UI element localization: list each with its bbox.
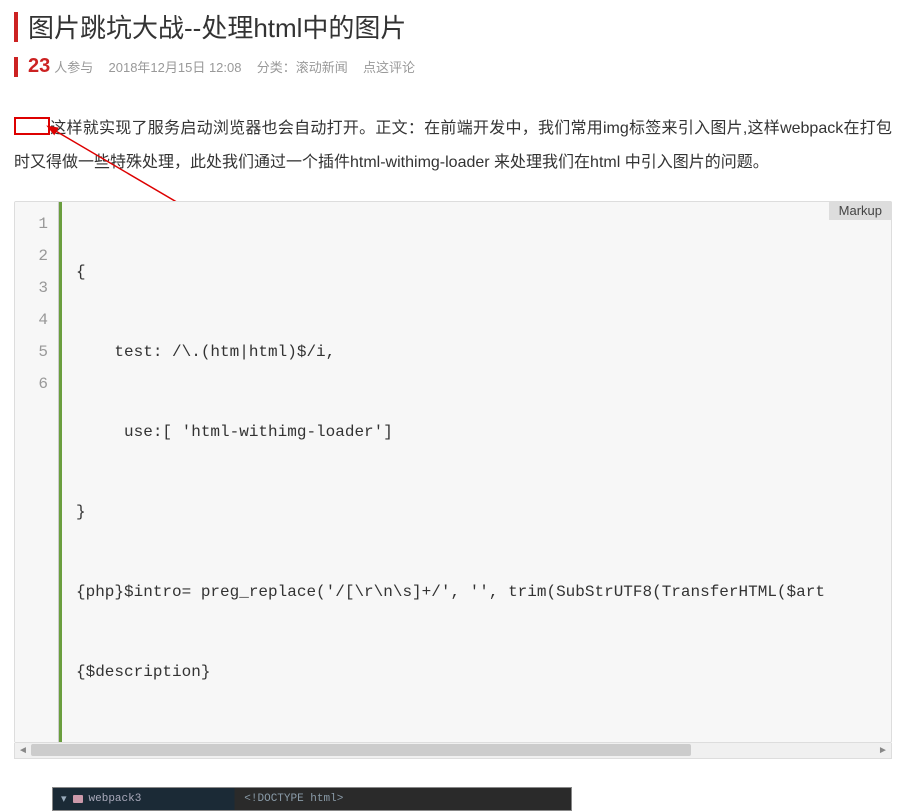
horizontal-scrollbar[interactable]: ◄ ►	[14, 743, 892, 759]
line-number: 5	[15, 336, 58, 368]
line-number: 2	[15, 240, 58, 272]
article-date: 2018年12月15日 12:08	[109, 57, 242, 76]
participant-label: 人参与	[54, 57, 93, 76]
code-language-label: Markup	[829, 201, 892, 220]
code-line: {	[76, 256, 891, 288]
code-line: use:[ 'html-withimg-loader']	[76, 416, 891, 448]
scroll-left-arrow-icon[interactable]: ◄	[15, 743, 31, 759]
comment-link[interactable]: 点这评论	[363, 57, 415, 76]
editor-preview-strip: ▾ webpack3 <!DOCTYPE html>	[52, 787, 572, 811]
line-number: 1	[15, 208, 58, 240]
line-number: 4	[15, 304, 58, 336]
accent-bar-small	[14, 57, 18, 77]
code-content[interactable]: { test: /\.(htm|html)$/i, use:[ 'html-wi…	[59, 202, 891, 742]
scrollbar-thumb[interactable]	[31, 744, 691, 756]
category-link[interactable]: 滚动新闻	[296, 57, 348, 76]
code-gutter: 1 2 3 4 5 6	[15, 202, 59, 742]
participant-count: 23	[28, 55, 50, 78]
code-line: {$description}	[76, 656, 891, 688]
folder-icon	[73, 795, 83, 803]
editor-doctype-text: <!DOCTYPE html>	[234, 793, 353, 805]
article-paragraph: 这样就实现了服务启动浏览器也会自动打开。正文：在前端开发中，我们常用img标签来…	[14, 112, 892, 179]
paragraph-text: 这样就实现了服务启动浏览器也会自动打开。正文：在前端开发中，我们常用img标签来…	[14, 120, 892, 171]
article-meta: 23 人参与 2018年12月15日 12:08 分类： 滚动新闻 点这评论	[14, 55, 892, 78]
indent-highlight-box	[14, 117, 50, 135]
code-line: test: /\.(htm|html)$/i,	[76, 336, 891, 368]
line-number: 3	[15, 272, 58, 304]
code-line: }	[76, 496, 891, 528]
article-title: 图片跳坑大战--处理html中的图片	[28, 8, 406, 45]
line-number: 6	[15, 368, 58, 400]
category-label: 分类：	[257, 57, 296, 76]
article-body: 这样就实现了服务启动浏览器也会自动打开。正文：在前端开发中，我们常用img标签来…	[14, 112, 892, 759]
accent-bar	[14, 12, 18, 42]
article-title-row: 图片跳坑大战--处理html中的图片	[14, 8, 892, 45]
scroll-right-arrow-icon[interactable]: ►	[875, 743, 891, 759]
editor-file-hint: webpack3	[89, 793, 142, 805]
code-line: {php}$intro= preg_replace('/[\r\n\s]+/',…	[76, 576, 891, 608]
code-block: Markup 1 2 3 4 5 6 { test: /\.(htm|html)…	[14, 201, 892, 759]
chevron-down-icon: ▾	[61, 792, 67, 806]
